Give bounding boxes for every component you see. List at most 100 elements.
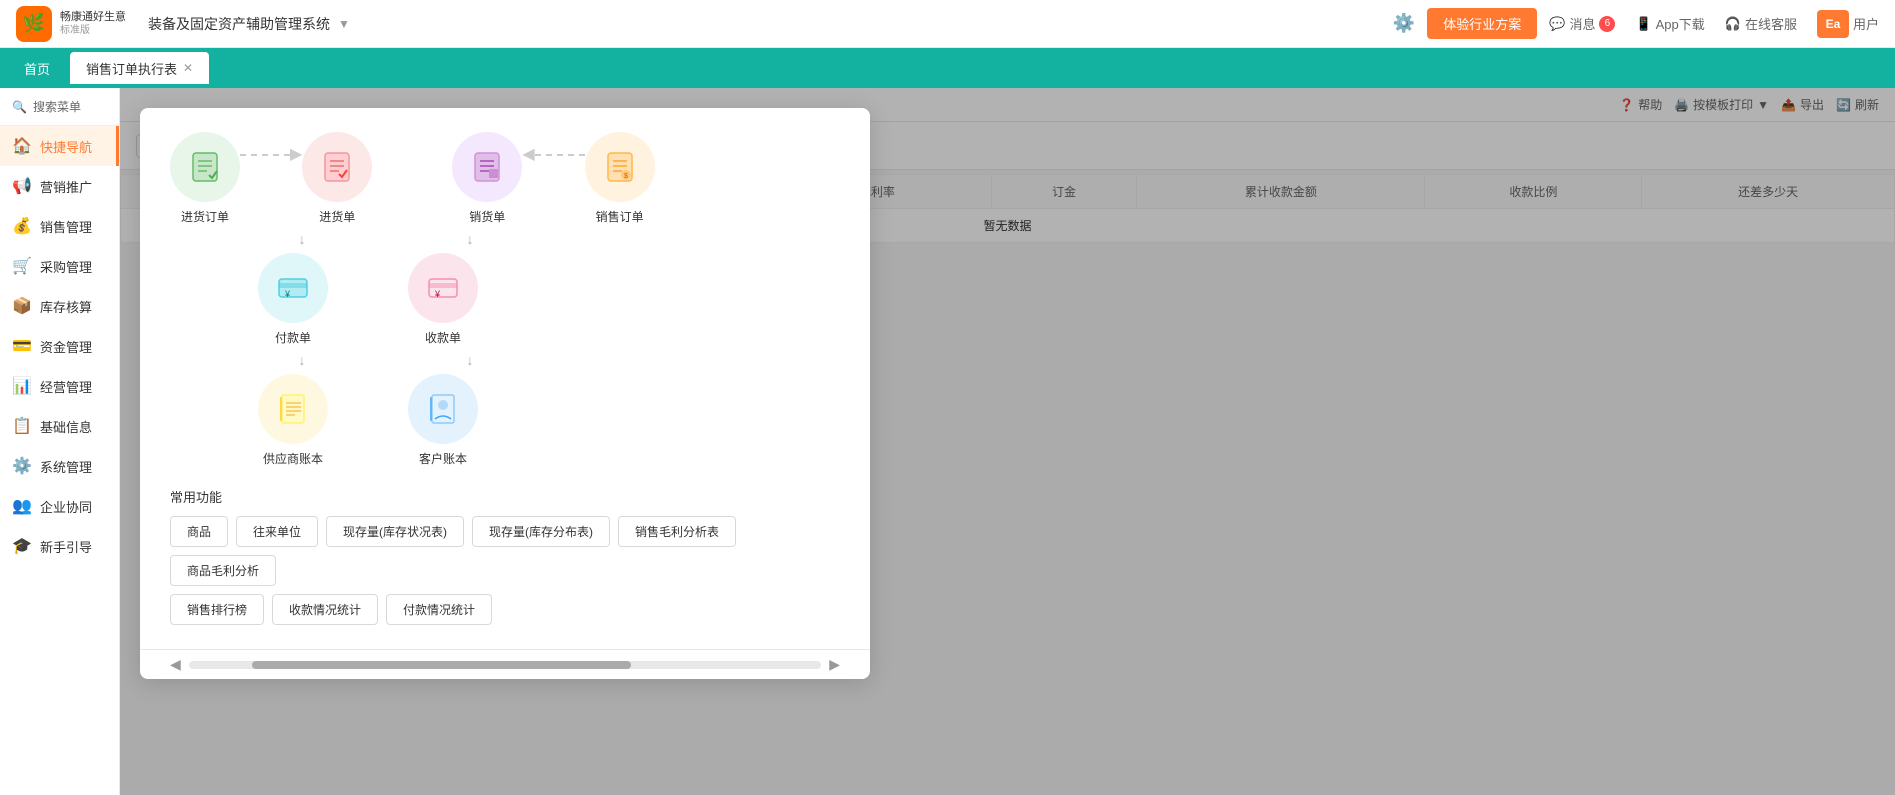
sidebar-item-marketing[interactable]: 📢 营销推广 (0, 166, 119, 206)
flow-row-3: 供应商账本 (170, 374, 840, 467)
user-menu[interactable]: Ea 用户 (1817, 10, 1879, 38)
inventory-icon: 📦 (12, 296, 32, 316)
flow-circle-green (170, 132, 240, 202)
logo-sub: 标准版 (60, 24, 126, 37)
search-menu[interactable]: 🔍 搜索菜单 (0, 88, 119, 126)
download-icon: 📱 (1635, 16, 1651, 32)
sidebar-item-label: 采购管理 (40, 257, 92, 276)
tab-close-icon[interactable]: ✕ (183, 61, 193, 75)
message-btn[interactable]: 💬 消息 6 (1549, 14, 1615, 33)
func-btn-contacts[interactable]: 往来单位 (236, 516, 318, 547)
experience-btn[interactable]: 体验行业方案 (1427, 8, 1537, 39)
sidebar-item-operations[interactable]: 📊 经营管理 (0, 366, 119, 406)
sidebar-item-system[interactable]: ⚙️ 系统管理 (0, 446, 119, 486)
logo-area: 🌿 畅康通好生意 标准版 (16, 6, 136, 42)
flow-jinghuo-dingdan[interactable]: 进货订单 (170, 132, 240, 225)
scroll-right-btn[interactable]: ▶ (829, 656, 840, 673)
flow-label-gongyingshang: 供应商账本 (263, 450, 323, 467)
tab-sales-order-label: 销售订单执行表 (86, 59, 177, 78)
func-btn-goods[interactable]: 商品 (170, 516, 228, 547)
flow-circle-teal: ¥ (258, 253, 328, 323)
app-download-btn[interactable]: 📱 App下载 (1635, 14, 1704, 33)
sidebar-item-sales[interactable]: 💰 销售管理 (0, 206, 119, 246)
flow-label-xiaoshou-dingdan: 销售订单 (596, 208, 644, 225)
logo-icon: 🌿 (16, 6, 52, 42)
arrow-down-jinghuo: ↓ (299, 231, 306, 247)
flow-xiaohuo-dan[interactable]: 销货单 (452, 132, 522, 225)
system-title-dropdown[interactable]: ▼ (338, 17, 350, 31)
flow-label-jinghuo-dan: 进货单 (319, 208, 355, 225)
flow-shoukuan-dan[interactable]: ¥ 收款单 (408, 253, 478, 346)
flow-xiaoshou-dingdan[interactable]: $ 销售订单 (585, 132, 655, 225)
func-btn-sales-ranking[interactable]: 销售排行榜 (170, 594, 264, 625)
content-area: ❓ 帮助 🖨️ 按模板打印 ▼ 📤 导出 🔄 刷新 yyyy-mm-dd (120, 88, 1895, 795)
flow-label-jinghuo-dingdan: 进货订单 (181, 208, 229, 225)
flow-circle-blue (408, 374, 478, 444)
flow-circle-red (302, 132, 372, 202)
basic-info-icon: 📋 (12, 416, 32, 436)
arrow-down-fukuan: ↓ (299, 352, 306, 368)
operations-icon: 📊 (12, 376, 32, 396)
flow-row-1: 进货订单 ▶ (170, 132, 840, 225)
tab-home-label: 首页 (24, 59, 50, 78)
newbie-icon: 🎓 (12, 536, 32, 556)
tab-sales-order[interactable]: 销售订单执行表 ✕ (70, 52, 209, 84)
sidebar-item-inventory[interactable]: 📦 库存核算 (0, 286, 119, 326)
flow-arrows-row: ↓ ↓ (170, 229, 840, 249)
sidebar-item-label: 库存核算 (40, 297, 92, 316)
quick-nav-icon: 🏠 (12, 136, 32, 156)
flow-gongyingshang-zhangben[interactable]: 供应商账本 (258, 374, 328, 467)
message-label: 消息 (1569, 14, 1595, 33)
flow-circle-amber (258, 374, 328, 444)
func-btn-goods-profit[interactable]: 商品毛利分析 (170, 555, 276, 586)
svg-text:$: $ (624, 173, 628, 180)
flow-circle-orange: $ (585, 132, 655, 202)
func-btn-receipt-stats[interactable]: 收款情况统计 (272, 594, 378, 625)
arrow-down-shoukuan: ↓ (467, 352, 474, 368)
sidebar-item-label: 销售管理 (40, 217, 92, 236)
sidebar-item-purchase[interactable]: 🛒 采购管理 (0, 246, 119, 286)
flow-label-fukuan-dan: 付款单 (275, 329, 311, 346)
tab-home[interactable]: 首页 (8, 52, 66, 84)
online-service-btn[interactable]: 🎧 在线客服 (1725, 14, 1797, 33)
sidebar-item-label: 系统管理 (40, 457, 92, 476)
message-icon: 💬 (1549, 16, 1565, 32)
online-service-label: 在线客服 (1745, 14, 1797, 33)
flow-label-xiaohuo-dan: 销货单 (469, 208, 505, 225)
common-functions: 常用功能 商品 往来单位 现存量(库存状况表) 现存量(库存分布表) 销售毛利分… (170, 487, 840, 625)
func-btn-stock-status[interactable]: 现存量(库存状况表) (326, 516, 464, 547)
func-btn-payment-stats[interactable]: 付款情况统计 (386, 594, 492, 625)
flow-jinghuo-dan[interactable]: 进货单 (302, 132, 372, 225)
finance-icon: 💳 (12, 336, 32, 356)
sidebar-item-collab[interactable]: 👥 企业协同 (0, 486, 119, 526)
top-header: 🌿 畅康通好生意 标准版 装备及固定资产辅助管理系统 ▼ ⚙️ 体验行业方案 💬… (0, 0, 1895, 48)
sidebar-item-label: 新手引导 (40, 537, 92, 556)
system-title-area: 装备及固定资产辅助管理系统 ▼ (148, 14, 1381, 34)
func-btn-stock-dist[interactable]: 现存量(库存分布表) (472, 516, 610, 547)
func-buttons-row-1: 商品 往来单位 现存量(库存状况表) 现存量(库存分布表) 销售毛利分析表 商品… (170, 516, 840, 586)
flow-arrows-row-2: ↓ ↓ (170, 350, 840, 370)
message-badge: 6 (1599, 16, 1615, 32)
scroll-left-btn[interactable]: ◀ (170, 656, 181, 673)
sidebar-item-newbie[interactable]: 🎓 新手引导 (0, 526, 119, 566)
scroll-track[interactable] (189, 661, 821, 669)
sidebar: 🔍 搜索菜单 🏠 快捷导航 📢 营销推广 💰 销售管理 🛒 采购管理 📦 库存核… (0, 88, 120, 795)
flow-kehu-zhangben[interactable]: 客户账本 (408, 374, 478, 467)
scroll-row: ◀ ▶ (140, 649, 870, 679)
svg-text:¥: ¥ (434, 289, 441, 299)
sidebar-item-finance[interactable]: 💳 资金管理 (0, 326, 119, 366)
flow-fukuan-dan[interactable]: ¥ 付款单 (258, 253, 328, 346)
flow-label-kehu: 客户账本 (419, 450, 467, 467)
sidebar-item-label: 资金管理 (40, 337, 92, 356)
sidebar-item-label: 企业协同 (40, 497, 92, 516)
sidebar-item-label: 基础信息 (40, 417, 92, 436)
func-buttons-row-2: 销售排行榜 收款情况统计 付款情况统计 (170, 594, 840, 625)
sidebar-item-label: 经营管理 (40, 377, 92, 396)
flow-label-shoukuan-dan: 收款单 (425, 329, 461, 346)
func-btn-sales-profit[interactable]: 销售毛利分析表 (618, 516, 736, 547)
sidebar-item-quick-nav[interactable]: 🏠 快捷导航 (0, 126, 119, 166)
avatar: Ea (1817, 10, 1849, 38)
sidebar-item-basic-info[interactable]: 📋 基础信息 (0, 406, 119, 446)
system-title-text: 装备及固定资产辅助管理系统 (148, 14, 330, 34)
settings-icon-btn[interactable]: ⚙️ (1393, 13, 1415, 34)
